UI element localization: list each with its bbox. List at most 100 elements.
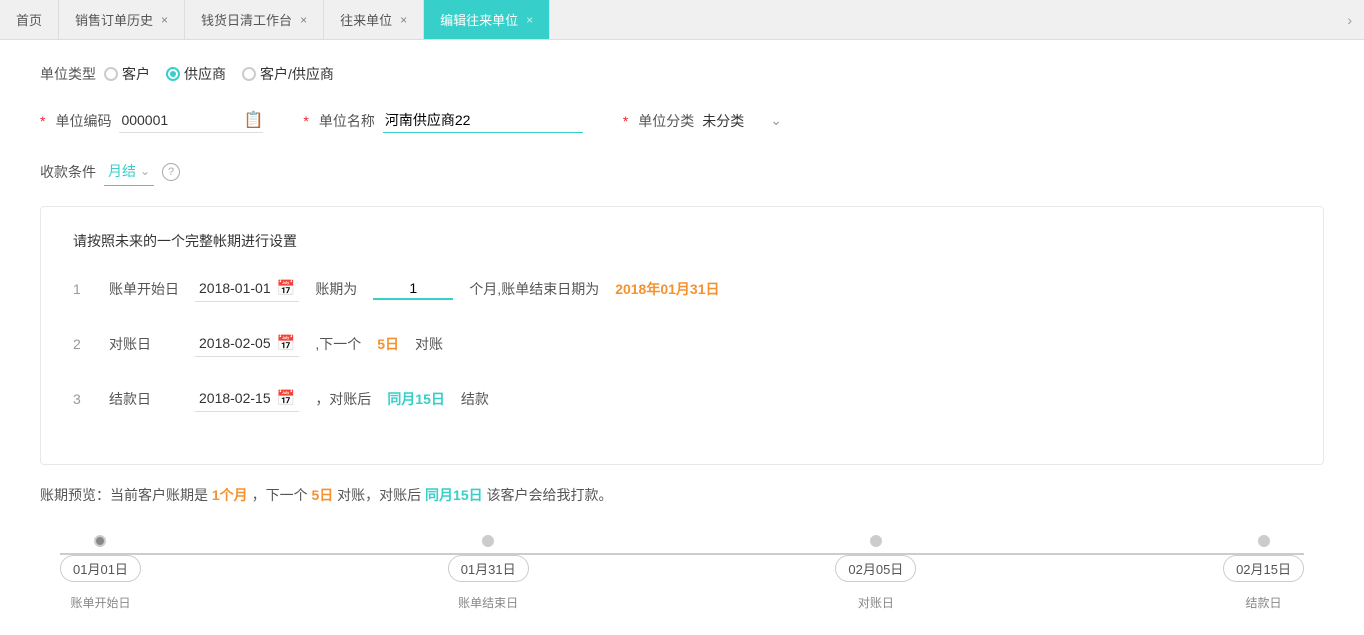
tab-partner[interactable]: 往来单位 × [324, 0, 424, 39]
timeline-label-3: 结款日 [1246, 594, 1282, 611]
timeline-dot-3 [1258, 535, 1270, 547]
tab-partner-label: 往来单位 [340, 10, 392, 29]
period-prefix: 账期为 [315, 279, 357, 299]
payment-date-calendar-icon[interactable]: 📅 [277, 389, 296, 407]
radio-customer-label: 客户 [122, 64, 150, 84]
tab-bar: 首页 销售订单历史 × 钱货日清工作台 × 往来单位 × 编辑往来单位 × › [0, 0, 1364, 40]
payment-select-value: 月结 [108, 161, 136, 181]
radio-supplier[interactable]: 供应商 [166, 64, 226, 84]
reconcile-calendar-icon[interactable]: 📅 [277, 334, 296, 352]
preview-middle: ，下一个 [252, 487, 308, 503]
payment-date-label: 结款日 [109, 389, 179, 409]
timeline-section: 01月01日 账单开始日 01月31日 账单结束日 02月05日 对账日 02月… [40, 533, 1324, 611]
unit-code-label: 单位编码 [55, 111, 111, 131]
reconcile-suffix: 对账 [415, 334, 443, 354]
payment-date-field: 2018-02-15 📅 [195, 385, 299, 412]
payment-select[interactable]: 月结 ⌄ [104, 157, 154, 186]
unit-classify-dropdown-icon[interactable]: ⌄ [770, 112, 782, 129]
tab-edit-partner-label: 编辑往来单位 [440, 10, 518, 29]
timeline-date-2: 02月05日 [835, 555, 916, 582]
payment-date-row: 3 结款日 2018-02-15 📅 ，对账后 同月15日 结款 [73, 385, 1291, 412]
tab-home-label: 首页 [16, 10, 42, 29]
close-cash-daily-icon[interactable]: × [300, 13, 307, 27]
unit-code-input[interactable] [119, 108, 239, 132]
timeline-item-0: 01月01日 账单开始日 [60, 533, 141, 611]
unit-type-field: 单位类型 客户 供应商 客户/供应商 [40, 64, 334, 84]
bill-start-date-field: 2018-01-01 📅 [195, 275, 299, 302]
unit-classify-field: * 单位分类 未分类 ⌄ [623, 111, 782, 131]
reconcile-label: 对账日 [109, 334, 179, 354]
unit-code-input-wrap: 📋 [119, 108, 263, 133]
bill-start-calendar-icon[interactable]: 📅 [277, 279, 296, 297]
payment-date-suffix: 结款 [461, 389, 489, 409]
radio-supplier-circle [166, 67, 180, 81]
period-input[interactable] [373, 278, 453, 300]
unit-type-radio-group: 客户 供应商 客户/供应商 [104, 64, 334, 84]
unit-info-row: * 单位编码 📋 * 单位名称 * 单位分类 未分类 ⌄ [40, 108, 1324, 133]
reconcile-prefix: ,下一个 [315, 334, 361, 354]
unit-classify-value: 未分类 [702, 111, 762, 131]
payment-help-icon[interactable]: ? [162, 163, 180, 181]
payment-date-value: 2018-02-15 [199, 390, 271, 406]
timeline-date-1: 01月31日 [448, 555, 529, 582]
unit-name-field: * 单位名称 [303, 108, 582, 133]
bill-start-row: 1 账单开始日 2018-01-01 📅 账期为 个月,账单结束日期为 2018… [73, 275, 1291, 302]
preview-day: 5日 [311, 487, 333, 503]
close-edit-partner-icon[interactable]: × [526, 13, 533, 27]
tab-sales-history-label: 销售订单历史 [75, 10, 153, 29]
tab-expand-button[interactable]: › [1335, 0, 1364, 39]
reconcile-date-value: 2018-02-05 [199, 335, 271, 351]
timeline-item-2: 02月05日 对账日 [835, 533, 916, 611]
row-number-1: 1 [73, 281, 93, 297]
unit-name-label: 单位名称 [319, 111, 375, 131]
timeline-dot-2 [870, 535, 882, 547]
close-partner-icon[interactable]: × [400, 13, 407, 27]
bill-start-date-value: 2018-01-01 [199, 280, 271, 296]
radio-both-circle [242, 67, 256, 81]
reconcile-row: 2 对账日 2018-02-05 📅 ,下一个 5日 对账 [73, 330, 1291, 357]
row-number-2: 2 [73, 336, 93, 352]
timeline-date-0: 01月01日 [60, 555, 141, 582]
radio-both-label: 客户/供应商 [260, 64, 334, 84]
reconcile-day-highlight: 5日 [377, 334, 399, 354]
timeline-dot-0 [94, 535, 106, 547]
timeline-dot-1 [482, 535, 494, 547]
radio-supplier-label: 供应商 [184, 64, 226, 84]
unit-code-copy-icon[interactable]: 📋 [243, 110, 263, 130]
tab-cash-daily-label: 钱货日清工作台 [201, 10, 292, 29]
tab-sales-history[interactable]: 销售订单历史 × [59, 0, 185, 39]
radio-both[interactable]: 客户/供应商 [242, 64, 334, 84]
reconcile-date-field: 2018-02-05 📅 [195, 330, 299, 357]
timeline-date-3: 02月15日 [1223, 555, 1304, 582]
radio-customer[interactable]: 客户 [104, 64, 150, 84]
payment-label: 收款条件 [40, 162, 96, 182]
payment-date-prefix: ，对账后 [315, 389, 371, 409]
bill-end-date-highlight: 2018年01月31日 [615, 279, 719, 299]
timeline-label-0: 账单开始日 [70, 594, 130, 611]
settings-card-title: 请按照未来的一个完整帐期进行设置 [73, 231, 1291, 251]
timeline-label-1: 账单结束日 [458, 594, 518, 611]
unit-type-row: 单位类型 客户 供应商 客户/供应商 [40, 64, 1324, 84]
tab-cash-daily[interactable]: 钱货日清工作台 × [185, 0, 324, 39]
tab-home[interactable]: 首页 [0, 0, 59, 39]
unit-name-input[interactable] [383, 108, 583, 133]
preview-suffix: 该客户会给我打款。 [487, 487, 613, 503]
unit-name-star: * [303, 113, 308, 129]
timeline-item-3: 02月15日 结款日 [1223, 533, 1304, 611]
unit-type-label: 单位类型 [40, 64, 96, 84]
preview-after: 对账，对账后 [337, 487, 421, 503]
unit-classify-star: * [623, 113, 628, 129]
timeline-items: 01月01日 账单开始日 01月31日 账单结束日 02月05日 对账日 02月… [60, 533, 1304, 611]
unit-classify-label: 单位分类 [638, 111, 694, 131]
timeline-item-1: 01月31日 账单结束日 [448, 533, 529, 611]
unit-code-star: * [40, 113, 45, 129]
radio-customer-circle [104, 67, 118, 81]
close-sales-history-icon[interactable]: × [161, 13, 168, 27]
help-text: ? [168, 166, 174, 178]
main-content: 单位类型 客户 供应商 客户/供应商 * 单位编码 [0, 40, 1364, 635]
tab-edit-partner[interactable]: 编辑往来单位 × [424, 0, 550, 39]
payment-row: 收款条件 月结 ⌄ ? [40, 157, 1324, 186]
settings-card: 请按照未来的一个完整帐期进行设置 1 账单开始日 2018-01-01 📅 账期… [40, 206, 1324, 465]
row-number-3: 3 [73, 391, 93, 407]
preview-section: 账期预览：当前客户账期是 1个月 ，下一个 5日 对账，对账后 同月15日 该客… [40, 485, 1324, 505]
